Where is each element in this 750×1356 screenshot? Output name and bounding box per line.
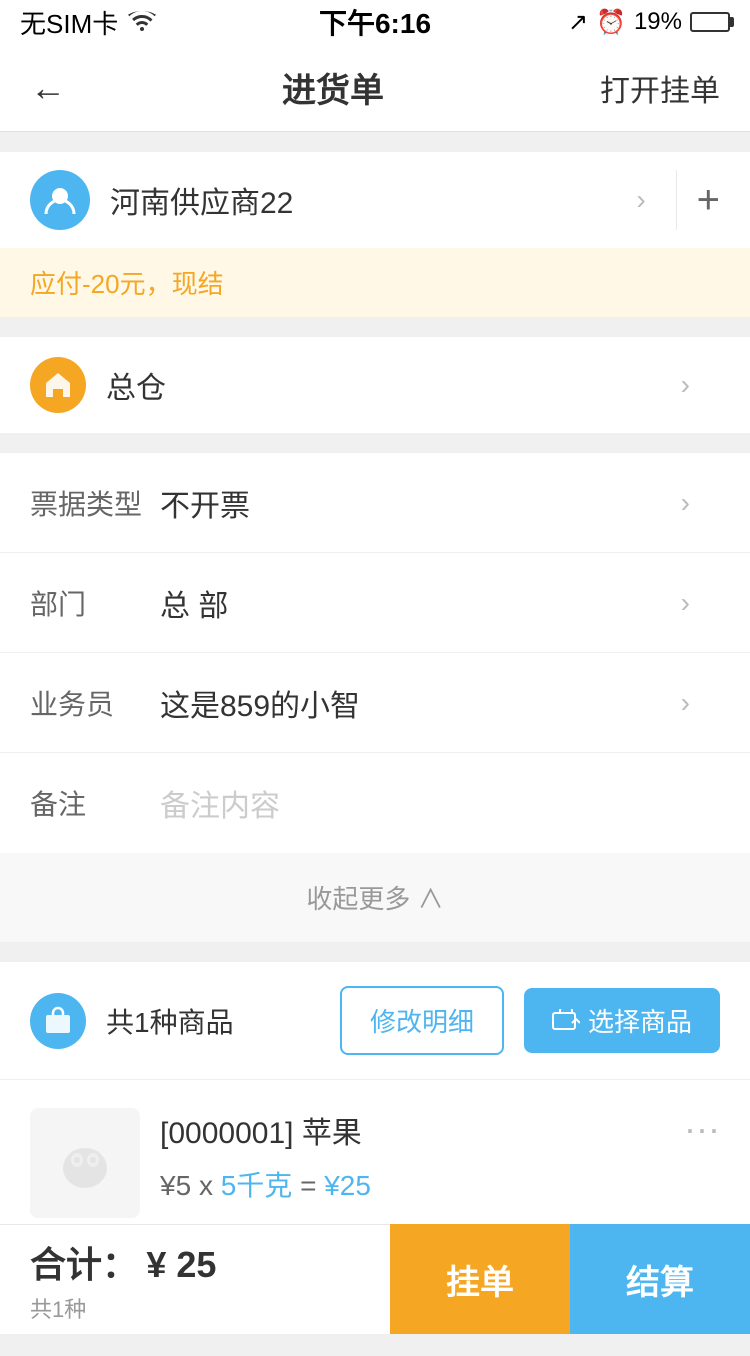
product-more-button[interactable]: ···: [684, 1108, 720, 1150]
product-info: [0000001] 苹果 ¥5 x 5千克 = ¥25: [160, 1108, 664, 1204]
form-section: 票据类型 不开票 › 部门 总 部 › 业务员 这是859的小智 › 备注 备注…: [0, 453, 750, 853]
section-gap-3: [0, 433, 750, 453]
salesperson-row[interactable]: 业务员 这是859的小智 ›: [0, 653, 750, 753]
warehouse-label: 总仓: [106, 363, 681, 407]
battery-icon: [690, 12, 730, 32]
product-name: [0000001] 苹果: [160, 1108, 664, 1152]
section-gap-1: [0, 132, 750, 152]
total-count: 共1种: [30, 1292, 360, 1324]
hang-button[interactable]: 挂单: [390, 1224, 570, 1334]
invoice-row[interactable]: 票据类型 不开票 ›: [0, 453, 750, 553]
status-right: ↗ ⏰ 19%: [568, 8, 730, 37]
product-count-label: 共1种商品: [106, 1001, 320, 1041]
total-label: 合计：: [30, 1244, 138, 1285]
status-time: 下午6:16: [319, 2, 431, 42]
dept-label: 部门: [30, 583, 160, 623]
product-code: [0000001]: [160, 1117, 293, 1150]
supplier-row[interactable]: 河南供应商22 › +: [0, 152, 750, 248]
footer-total: 合计： ¥ 25 共1种: [0, 1224, 390, 1334]
dept-row[interactable]: 部门 总 部 ›: [0, 553, 750, 653]
invoice-value: 不开票: [160, 481, 681, 525]
invoice-label: 票据类型: [30, 483, 160, 523]
product-icon: [30, 993, 86, 1049]
footer: 合计： ¥ 25 共1种 挂单 结算: [0, 1224, 750, 1334]
section-gap-2: [0, 317, 750, 337]
supplier-name: 河南供应商22: [110, 178, 636, 222]
total-amount: 合计： ¥ 25: [30, 1236, 360, 1288]
unit-price: ¥5: [160, 1170, 191, 1201]
product-item: [0000001] 苹果 ¥5 x 5千克 = ¥25 ···: [0, 1080, 750, 1246]
notice-row: 应付-20元，现结: [0, 248, 750, 317]
dept-value: 总 部: [160, 581, 681, 625]
salesperson-chevron-icon: ›: [681, 687, 690, 719]
section-gap-4: [0, 942, 750, 962]
warehouse-icon: [30, 357, 86, 413]
dept-chevron-icon: ›: [681, 587, 690, 619]
nav-bar: ← 进货单 打开挂单: [0, 44, 750, 132]
supplier-avatar: [30, 170, 90, 230]
warehouse-row[interactable]: 总仓 ›: [0, 337, 750, 433]
product-title: 苹果: [302, 1117, 362, 1150]
edit-detail-button[interactable]: 修改明细: [340, 986, 504, 1055]
location-icon: ↗: [568, 8, 588, 37]
status-bar: 无SIM卡 下午6:16 ↗ ⏰ 19%: [0, 0, 750, 44]
remark-label: 备注: [30, 783, 160, 823]
signal-text: 无SIM卡: [20, 4, 118, 41]
invoice-chevron-icon: ›: [681, 487, 690, 519]
page-title: 进货单: [282, 63, 384, 112]
price-x: x: [199, 1170, 221, 1201]
status-left: 无SIM卡: [20, 4, 156, 41]
warehouse-chevron-icon: ›: [681, 369, 690, 401]
battery-percent: 19%: [634, 8, 682, 36]
product-price: ¥5 x 5千克 = ¥25: [160, 1164, 664, 1204]
select-product-button[interactable]: 选择商品: [524, 988, 720, 1053]
select-product-label: 选择商品: [588, 1002, 692, 1039]
alarm-icon: ⏰: [596, 8, 626, 37]
open-hang-button[interactable]: 打开挂单: [600, 66, 720, 110]
wifi-icon: [128, 7, 156, 38]
settle-button[interactable]: 结算: [570, 1224, 750, 1334]
equals: =: [300, 1170, 324, 1201]
total-price: ¥25: [324, 1170, 371, 1201]
supplier-chevron-icon: ›: [636, 184, 645, 216]
salesperson-label: 业务员: [30, 683, 160, 723]
quantity: 5千克: [221, 1170, 293, 1201]
collapse-button[interactable]: 收起更多 ∧: [0, 853, 750, 942]
back-button[interactable]: ←: [30, 67, 66, 109]
add-button[interactable]: +: [676, 170, 720, 230]
salesperson-value: 这是859的小智: [160, 681, 681, 725]
remark-row[interactable]: 备注 备注内容: [0, 753, 750, 853]
product-toolbar: 共1种商品 修改明细 选择商品: [0, 962, 750, 1080]
remark-input[interactable]: 备注内容: [160, 781, 720, 825]
product-thumbnail: [30, 1108, 140, 1218]
total-value: ¥ 25: [146, 1244, 216, 1285]
